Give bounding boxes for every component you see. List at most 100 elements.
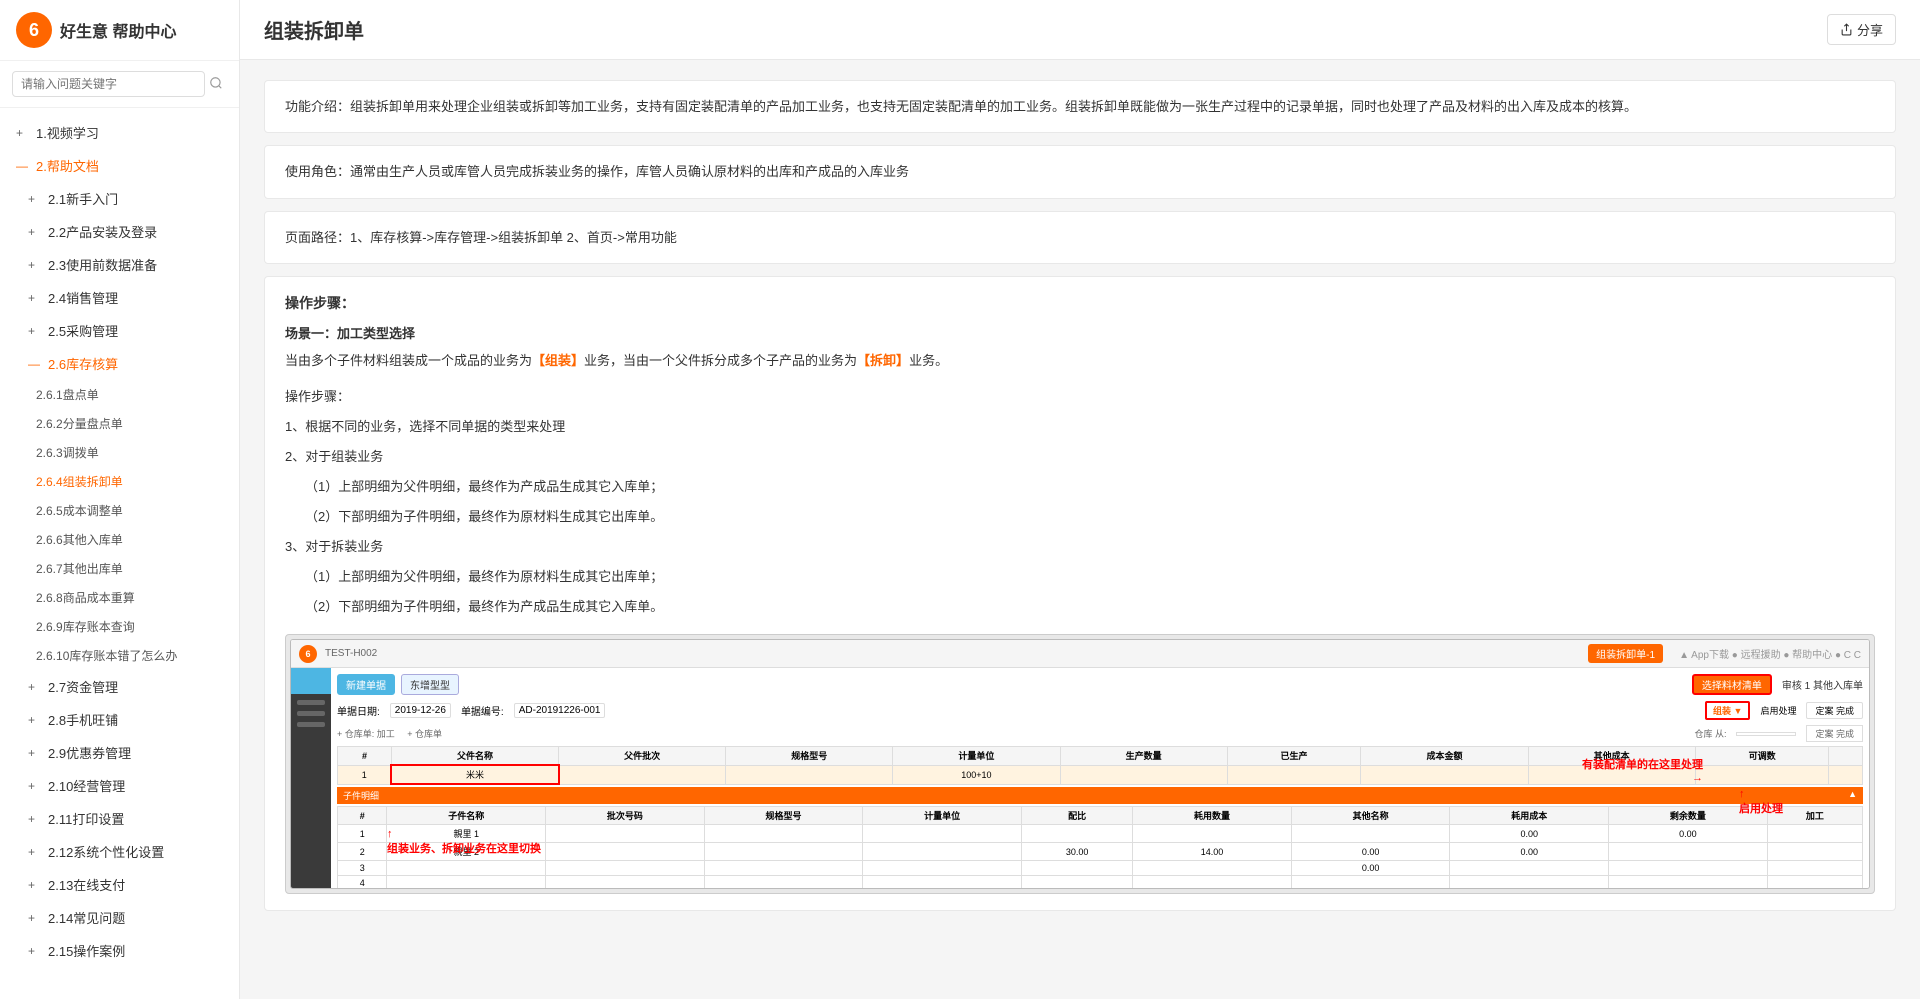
table-row: 4 — [338, 876, 1863, 889]
mock-type-separator: 子件明细 ▲ — [337, 787, 1863, 804]
sidebar-item-29[interactable]: + 2.9优惠券管理 — [0, 736, 239, 769]
expand-icon: — — [28, 357, 42, 371]
share-button[interactable]: 分享 — [1827, 14, 1896, 45]
sidebar-item-25[interactable]: + 2.5采购管理 — [0, 314, 239, 347]
mock-child-table: # 子件名称 批次号码 规格型号 计量单位 配比 耗用数量 其他 — [337, 806, 1863, 888]
mock-order-value[interactable]: AD-20191226-001 — [514, 703, 606, 718]
expand-icon: + — [28, 845, 42, 859]
expand-icon: + — [28, 225, 42, 239]
steps-title: 操作步骤： — [285, 293, 1875, 313]
search-button[interactable] — [205, 76, 227, 93]
page-title: 组装拆卸单 — [264, 15, 364, 44]
expand-icon: + — [28, 944, 42, 958]
sidebar-item-213[interactable]: + 2.13在线支付 — [0, 868, 239, 901]
mock-status-area: 启用处理 — [1760, 704, 1796, 717]
sidebar-item-263[interactable]: 2.6.3调拨单 — [0, 438, 239, 467]
sidebar-item-21[interactable]: + 2.1新手入门 — [0, 182, 239, 215]
expand-icon: — — [16, 159, 30, 173]
sidebar-item-265[interactable]: 2.6.5成本调整单 — [0, 496, 239, 525]
path-block: 页面路径：1、库存核算->库存管理->组装拆卸单 2、首页->常用功能 — [264, 211, 1896, 264]
table-row: 1 親里 1 — [338, 825, 1863, 843]
sidebar-item-268[interactable]: 2.6.8商品成本重算 — [0, 583, 239, 612]
mock-confirm-btn[interactable]: 定案 完成 — [1806, 702, 1863, 719]
intro-block: 功能介绍：组装拆卸单用来处理企业组装或拆卸等加工业务，支持有固定装配清单的产品加… — [264, 80, 1896, 133]
mock-sub-info: + 仓库单: 加工 + 仓库单 仓库 从: 定案 完成 — [337, 725, 1863, 742]
expand-icon: + — [16, 126, 30, 140]
table-row: 1 米米 100+10 — [338, 765, 1863, 784]
sidebar-header: 6 好生意 帮助中心 — [0, 0, 239, 61]
mock-date-label: 单据日期: — [337, 703, 380, 718]
content-area: 功能介绍：组装拆卸单用来处理企业组装或拆卸等加工业务，支持有固定装配清单的产品加… — [240, 60, 1920, 999]
mock-tabs: 新建单据 东增型型 选择料材清单 审核 1 其他入库单 — [337, 674, 1863, 695]
mock-tab-list[interactable]: 东增型型 — [401, 674, 459, 695]
mock-content: 新建单据 东增型型 选择料材清单 审核 1 其他入库单 单据日期: 2019- — [291, 668, 1869, 888]
sidebar-item-264[interactable]: 2.6.4组装拆卸单 — [0, 467, 239, 496]
sidebar-item-269[interactable]: 2.6.9库存账本查询 — [0, 612, 239, 641]
sidebar-item-267[interactable]: 2.6.7其他出库单 — [0, 554, 239, 583]
app-logo: 6 — [16, 12, 52, 48]
sidebar-item-24[interactable]: + 2.4销售管理 — [0, 281, 239, 314]
sidebar-item-docs[interactable]: — 2.帮助文档 — [0, 149, 239, 182]
table-row: 2 親里 2 30.00 14.00 0.00 — [338, 843, 1863, 861]
mock-tables-wrapper: # 父件名称 父件批次 规格型号 计量单位 生产数量 已生产 成 — [337, 746, 1863, 888]
mock-main-content: 新建单据 东增型型 选择料材清单 审核 1 其他入库单 单据日期: 2019- — [331, 668, 1869, 888]
sidebar-item-211[interactable]: + 2.11打印设置 — [0, 802, 239, 835]
expand-icon: + — [28, 746, 42, 760]
sidebar-item-26[interactable]: — 2.6库存核算 — [0, 347, 239, 380]
expand-icon: + — [28, 812, 42, 826]
sidebar-item-28[interactable]: + 2.8手机旺铺 — [0, 703, 239, 736]
scenario1-title: 场景一：加工类型选择 — [285, 323, 1875, 342]
steps-list: 操作步骤： 1、根据不同的业务，选择不同单据的类型来处理 2、对于组装业务 （1… — [285, 384, 1875, 620]
screenshot-container: 6 TEST-H002 组装拆卸单-1 ▲ App下载 ● 远程援助 ● 帮助中… — [285, 634, 1875, 894]
mock-testid: TEST-H002 — [325, 648, 377, 659]
expand-icon: + — [28, 779, 42, 793]
steps-block: 操作步骤： 场景一：加工类型选择 当由多个子件材料组装成一个成品的业务为【组装】… — [264, 276, 1896, 911]
mock-form-fields: 单据日期: 2019-12-26 单据编号: AD-20191226-001 组… — [337, 701, 1863, 720]
main-header: 组装拆卸单 分享 — [240, 0, 1920, 60]
sidebar-item-videos[interactable]: + 1.视频学习 — [0, 116, 239, 149]
expand-icon: + — [28, 192, 42, 206]
mock-sidebar — [291, 668, 331, 888]
mock-processing-btn[interactable]: 选择料材清单 — [1692, 674, 1772, 695]
sidebar-item-23[interactable]: + 2.3使用前数据准备 — [0, 248, 239, 281]
mock-date-value[interactable]: 2019-12-26 — [390, 703, 451, 718]
main-area: 组装拆卸单 分享 功能介绍：组装拆卸单用来处理企业组装或拆卸等加工业务，支持有固… — [240, 0, 1920, 999]
sidebar-item-266[interactable]: 2.6.6其他入库单 — [0, 525, 239, 554]
mock-order-label: 单据编号: — [461, 703, 504, 718]
mock-audit-btns: 审核 1 其他入库单 — [1782, 677, 1863, 692]
sidebar: 6 好生意 帮助中心 + 1.视频学习 — 2.帮助文档 + 2.1新手入门 +… — [0, 0, 240, 999]
expand-icon: + — [28, 911, 42, 925]
table-row: 30.00 — [338, 861, 1863, 876]
nav-tree: + 1.视频学习 — 2.帮助文档 + 2.1新手入门 + 2.2产品安装及登录… — [0, 108, 239, 999]
mock-topbar: 6 TEST-H002 组装拆卸单-1 ▲ App下载 ● 远程援助 ● 帮助中… — [291, 640, 1869, 668]
sidebar-item-22[interactable]: + 2.2产品安装及登录 — [0, 215, 239, 248]
expand-icon: + — [28, 291, 42, 305]
sidebar-item-212[interactable]: + 2.12系统个性化设置 — [0, 835, 239, 868]
expand-icon: + — [28, 324, 42, 338]
share-icon — [1840, 23, 1853, 36]
sidebar-item-27[interactable]: + 2.7资金管理 — [0, 670, 239, 703]
sidebar-item-261[interactable]: 2.6.1盘点单 — [0, 380, 239, 409]
mock-orange-btn[interactable]: 组装拆卸单-1 — [1588, 644, 1663, 663]
scenario1-desc: 当由多个子件材料组装成一个成品的业务为【组装】业务，当由一个父件拆分成多个子产品… — [285, 348, 1875, 374]
sidebar-item-214[interactable]: + 2.14常见问题 — [0, 901, 239, 934]
search-box — [0, 61, 239, 108]
mock-tab-new[interactable]: 新建单据 — [337, 674, 395, 695]
sidebar-item-215[interactable]: + 2.15操作案例 — [0, 934, 239, 967]
sidebar-item-262[interactable]: 2.6.2分量盘点单 — [0, 409, 239, 438]
expand-icon: + — [28, 680, 42, 694]
expand-icon: + — [28, 258, 42, 272]
mock-type-selector[interactable]: 组装 ▼ — [1705, 701, 1750, 720]
role-block: 使用角色：通常由生产人员或库管人员完成拆装业务的操作，库管人员确认原材料的出库和… — [264, 145, 1896, 198]
mock-logo: 6 — [299, 645, 317, 663]
mock-window: 6 TEST-H002 组装拆卸单-1 ▲ App下载 ● 远程援助 ● 帮助中… — [291, 640, 1869, 888]
mock-topbar-icons: ▲ App下载 ● 远程援助 ● 帮助中心 ● C C — [1679, 646, 1861, 661]
search-input[interactable] — [12, 71, 205, 97]
mock-parent-table: # 父件名称 父件批次 规格型号 计量单位 生产数量 已生产 成 — [337, 746, 1863, 785]
expand-icon: + — [28, 713, 42, 727]
sidebar-item-2610[interactable]: 2.6.10库存账本错了怎么办 — [0, 641, 239, 670]
screenshot-inner: 6 TEST-H002 组装拆卸单-1 ▲ App下载 ● 远程援助 ● 帮助中… — [290, 639, 1870, 889]
sidebar-item-210[interactable]: + 2.10经营管理 — [0, 769, 239, 802]
app-title: 好生意 帮助中心 — [60, 18, 176, 42]
expand-icon: + — [28, 878, 42, 892]
